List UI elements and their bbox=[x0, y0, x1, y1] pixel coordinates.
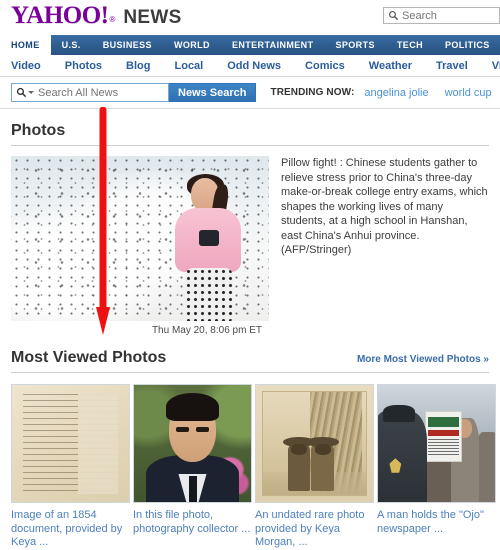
registered-mark-icon: ® bbox=[109, 15, 116, 24]
news-search-box[interactable] bbox=[11, 83, 169, 102]
thumbnail-caption-4[interactable]: A man holds the "Ojo" newspaper ... bbox=[377, 509, 496, 536]
subnav-item-weather[interactable]: Weather bbox=[357, 60, 424, 72]
nav-item-sports[interactable]: SPORTS bbox=[324, 35, 385, 55]
news-search-input[interactable] bbox=[38, 86, 168, 99]
nav-item-home[interactable]: HOME bbox=[0, 35, 51, 55]
thumbnail-caption-3[interactable]: An undated rare photo provided by Keya M… bbox=[255, 509, 374, 550]
hero-photo-subject bbox=[169, 174, 247, 321]
more-most-viewed-link[interactable]: More Most Viewed Photos » bbox=[357, 354, 489, 365]
subnav-item-comics[interactable]: Comics bbox=[293, 60, 357, 72]
hero-left-column: Thu May 20, 8:06 pm ET bbox=[11, 156, 269, 336]
most-viewed-item-3: An undated rare photo provided by Keya M… bbox=[255, 384, 374, 550]
subnav-item-video[interactable]: Video bbox=[0, 60, 53, 72]
thumbnail-image-4[interactable] bbox=[377, 384, 496, 503]
most-viewed-item-1: Image of an 1854 document, provided by K… bbox=[11, 384, 130, 550]
masthead: YAHOO! ® NEWS bbox=[0, 0, 500, 35]
global-search-box[interactable] bbox=[383, 7, 500, 24]
most-viewed-grid: Image of an 1854 document, provided by K… bbox=[11, 384, 496, 550]
nav-item-us[interactable]: U.S. bbox=[51, 35, 92, 55]
crowd-photo-artwork bbox=[378, 385, 495, 502]
subnav-item-photos[interactable]: Photos bbox=[53, 60, 114, 72]
nav-item-tech[interactable]: TECH bbox=[386, 35, 434, 55]
trending-now: TRENDING NOW: angelina jolie world cup c… bbox=[270, 87, 500, 99]
thumbnail-caption-1[interactable]: Image of an 1854 document, provided by K… bbox=[11, 509, 130, 550]
site-logo[interactable]: YAHOO! ® NEWS bbox=[11, 3, 182, 29]
most-viewed-header: Most Viewed Photos More Most Viewed Phot… bbox=[11, 349, 489, 373]
news-search-bar: News Search TRENDING NOW: angelina jolie… bbox=[0, 77, 500, 109]
hero-photo-timestamp: Thu May 20, 8:06 pm ET bbox=[151, 325, 262, 336]
hero-photo-image[interactable] bbox=[11, 156, 269, 321]
nav-item-world[interactable]: WORLD bbox=[163, 35, 221, 55]
search-icon bbox=[16, 87, 27, 98]
news-wordmark: NEWS bbox=[123, 7, 182, 28]
primary-navigation: HOME U.S. BUSINESS WORLD ENTERTAINMENT S… bbox=[0, 35, 500, 55]
thumbnail-caption-2[interactable]: In this file photo, photography collecto… bbox=[133, 509, 252, 536]
global-search-input[interactable] bbox=[402, 9, 492, 22]
nav-item-entertainment[interactable]: ENTERTAINMENT bbox=[221, 35, 325, 55]
document-artwork bbox=[12, 385, 129, 502]
thumbnail-image-1[interactable] bbox=[11, 384, 130, 503]
trending-item-2[interactable]: world cup bbox=[445, 87, 492, 99]
trending-item-1[interactable]: angelina jolie bbox=[364, 87, 428, 99]
subnav-item-travel[interactable]: Travel bbox=[424, 60, 480, 72]
most-viewed-item-4: A man holds the "Ojo" newspaper ... bbox=[377, 384, 496, 550]
news-search-button[interactable]: News Search bbox=[169, 83, 257, 102]
search-icon bbox=[388, 10, 399, 21]
main-content: Photos Thu May 20, 8:06 pm ET Pillow fig… bbox=[0, 122, 500, 550]
subnav-item-local[interactable]: Local bbox=[163, 60, 216, 72]
thumbnail-image-3[interactable] bbox=[255, 384, 374, 503]
subnav-item-odd-news[interactable]: Odd News bbox=[215, 60, 293, 72]
page-title: Photos bbox=[11, 122, 66, 139]
secondary-navigation: Video Photos Blog Local Odd News Comics … bbox=[0, 55, 500, 77]
chevron-down-icon[interactable] bbox=[28, 91, 34, 94]
yahoo-wordmark: YAHOO! bbox=[11, 2, 109, 29]
photos-section-header: Photos bbox=[11, 122, 489, 146]
hero-photo-row: Thu May 20, 8:06 pm ET Pillow fight! : C… bbox=[11, 156, 489, 336]
sepia-photo-artwork bbox=[256, 385, 373, 502]
subnav-item-blog[interactable]: Blog bbox=[114, 60, 162, 72]
subnav-item-vitality[interactable]: Vitality bbox=[480, 60, 500, 72]
trending-label: TRENDING NOW: bbox=[270, 87, 355, 98]
nav-item-politics[interactable]: POLITICS bbox=[434, 35, 500, 55]
most-viewed-title: Most Viewed Photos bbox=[11, 349, 167, 366]
portrait-artwork bbox=[134, 385, 251, 502]
hero-photo-caption: Pillow fight! : Chinese students gather … bbox=[281, 157, 488, 256]
thumbnail-image-2[interactable] bbox=[133, 384, 252, 503]
nav-item-business[interactable]: BUSINESS bbox=[92, 35, 163, 55]
most-viewed-item-2: In this file photo, photography collecto… bbox=[133, 384, 252, 550]
